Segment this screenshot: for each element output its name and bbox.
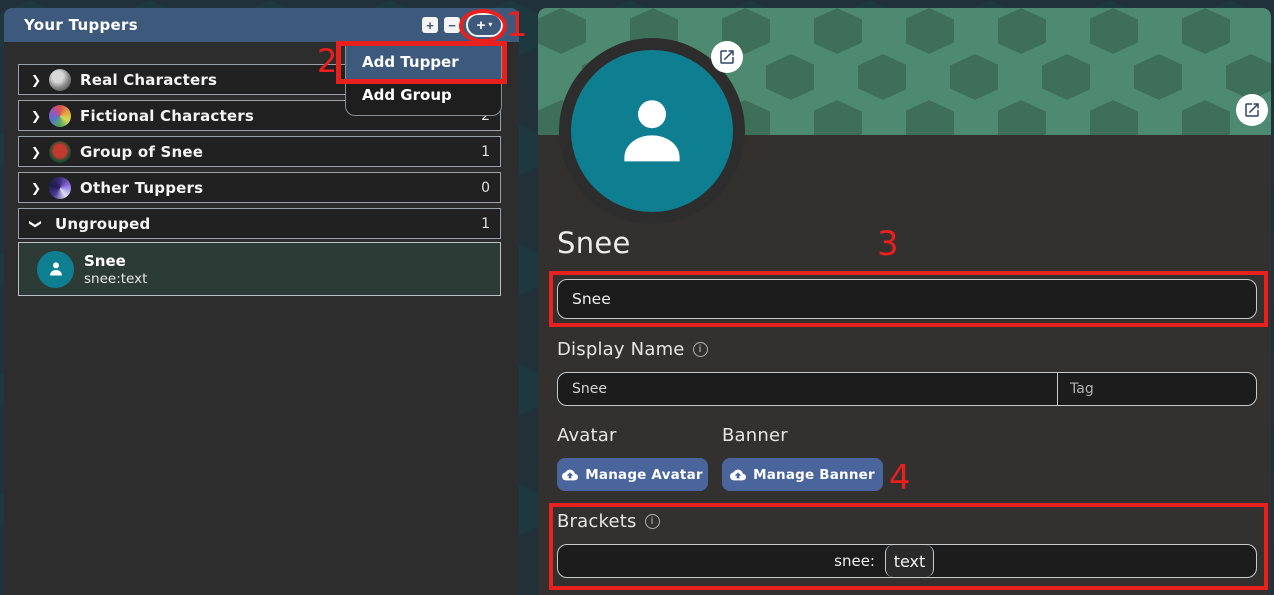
chevron-right-icon[interactable]: ❯ [25, 145, 47, 159]
manage-banner-label: Manage Banner [753, 467, 875, 483]
tupper-avatar [37, 251, 74, 288]
display-name-label: Display Name i [557, 339, 708, 360]
bracket-prefix-input[interactable] [558, 545, 885, 577]
group-row-ungrouped[interactable]: ❯ Ungrouped 1 [18, 208, 501, 239]
info-icon[interactable]: i [693, 342, 708, 357]
tag-input[interactable] [1058, 373, 1256, 405]
display-name-label-text: Display Name [557, 339, 685, 360]
group-row-other-tuppers[interactable]: ❯ Other Tuppers 0 [18, 172, 501, 203]
group-avatar [49, 141, 71, 163]
cloud-upload-icon [730, 467, 746, 483]
bracket-text-token: text [885, 545, 934, 577]
group-avatar [49, 69, 71, 91]
open-avatar-button[interactable] [711, 41, 743, 73]
chevron-down-icon: ▾ [488, 21, 492, 29]
banner-label: Banner [722, 425, 788, 446]
minus-icon: − [448, 19, 456, 32]
name-input[interactable] [557, 279, 1257, 319]
group-count: 1 [481, 216, 490, 232]
person-icon [46, 259, 66, 279]
chevron-right-icon[interactable]: ❯ [25, 181, 47, 195]
brackets-label: Brackets i [557, 511, 660, 532]
tupper-row-snee[interactable]: Snee snee:text [18, 242, 501, 296]
tupper-name: Snee [84, 252, 147, 270]
tupper-brackets: snee:text [84, 271, 147, 287]
collapse-all-button[interactable]: − [444, 17, 460, 33]
group-avatar [49, 105, 71, 127]
bracket-suffix-input[interactable] [934, 545, 1256, 577]
brackets-label-text: Brackets [557, 511, 637, 532]
tupper-heading: Snee [557, 226, 631, 260]
info-icon[interactable]: i [645, 514, 660, 529]
manage-avatar-button[interactable]: Manage Avatar [557, 458, 708, 491]
plus-icon: + [477, 18, 486, 33]
group-count: 0 [481, 180, 490, 196]
group-name: Other Tuppers [80, 179, 203, 197]
open-banner-button[interactable] [1236, 94, 1268, 126]
display-name-input[interactable] [558, 373, 1058, 405]
menu-item-add-tupper[interactable]: Add Tupper [346, 46, 501, 79]
chevron-right-icon[interactable]: ❯ [25, 73, 47, 87]
panel-title: Your Tuppers [24, 16, 138, 34]
manage-banner-button[interactable]: Manage Banner [722, 458, 883, 491]
person-icon [604, 83, 700, 179]
brackets-group: text [557, 544, 1257, 578]
group-name: Group of Snee [80, 143, 203, 161]
manage-avatar-label: Manage Avatar [585, 467, 702, 483]
display-name-group [557, 372, 1257, 406]
expand-all-button[interactable]: + [422, 17, 438, 33]
group-name: Real Characters [80, 71, 217, 89]
chevron-down-icon[interactable]: ❯ [29, 213, 43, 235]
chevron-right-icon[interactable]: ❯ [25, 109, 47, 123]
tupper-list-header: Your Tuppers + − + ▾ [4, 8, 519, 42]
tupper-avatar-large [571, 50, 733, 212]
group-name: Fictional Characters [80, 107, 254, 125]
group-name: Ungrouped [55, 215, 150, 233]
group-avatar [49, 177, 71, 199]
add-dropdown-button[interactable]: + ▾ [466, 13, 503, 37]
menu-item-add-group[interactable]: Add Group [346, 79, 501, 112]
plus-icon: + [426, 19, 434, 32]
tupper-editor-panel: Snee Display Name i Avatar Banner Manage… [538, 8, 1271, 595]
avatar-label: Avatar [557, 425, 617, 446]
group-count: 1 [481, 144, 490, 160]
cloud-upload-icon [562, 467, 578, 483]
open-in-new-icon [718, 48, 736, 66]
add-dropdown-menu: Add Tupper Add Group [345, 45, 502, 116]
open-in-new-icon [1243, 101, 1261, 119]
group-row-group-of-snee[interactable]: ❯ Group of Snee 1 [18, 136, 501, 167]
